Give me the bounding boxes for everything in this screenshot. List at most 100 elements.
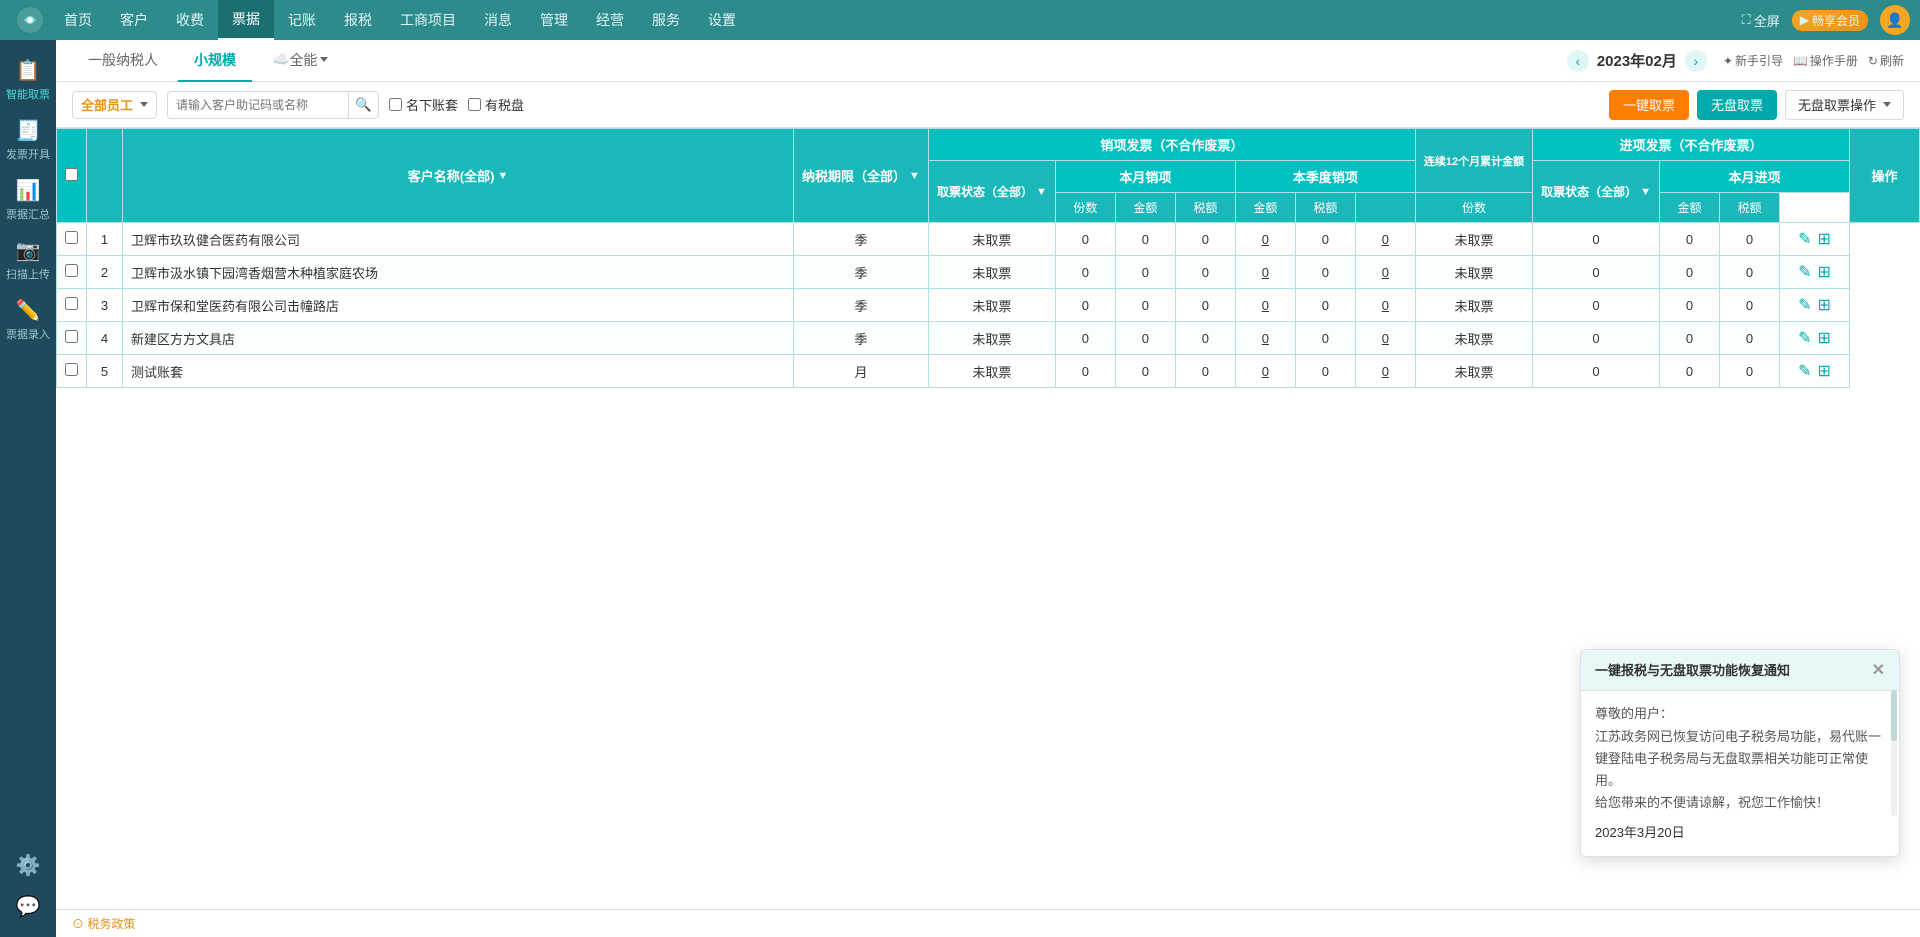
row-view-icon-0[interactable]: ⊞ bbox=[1818, 229, 1831, 249]
th-purchase-month: 本月进项 bbox=[1660, 161, 1850, 193]
th-purchase-status: 取票状态（全部） ▼ bbox=[1533, 161, 1660, 223]
period-prev-btn[interactable]: ‹ bbox=[1567, 50, 1589, 72]
sales-status-filter-icon[interactable]: ▼ bbox=[1036, 186, 1047, 198]
refresh-icon: ↻ bbox=[1868, 54, 1878, 68]
nav-message[interactable]: 消息 bbox=[470, 0, 526, 40]
row-sales-month-amount-2: 0 bbox=[1115, 289, 1175, 322]
filter-tax-disk-check[interactable]: 有税盘 bbox=[468, 95, 524, 114]
th-sales-group: 销项发票（不合作废票） bbox=[928, 129, 1415, 161]
tabs-bar: 一般纳税人 小规模 ☁️ 全能 ‹ 2023年02月 › ✦ 新手引导 📖 操作… bbox=[56, 40, 1920, 82]
table-row: 4 新建区方方文具店 季 未取票 0 0 0 0 0 0 未取票 0 0 0 ✎… bbox=[57, 322, 1920, 355]
search-button[interactable]: 🔍 bbox=[348, 91, 378, 119]
sidebar-item-scan-upload[interactable]: 📷 扫描上传 bbox=[0, 230, 56, 290]
vip-btn[interactable]: ▶ 畅享会员 bbox=[1792, 10, 1868, 31]
nav-invoice[interactable]: 票据 bbox=[218, 0, 274, 40]
tab-all[interactable]: ☁️ 全能 bbox=[256, 40, 344, 82]
row-edit-icon-1[interactable]: ✎ bbox=[1798, 262, 1811, 282]
row-purchase-month-tax-1: 0 bbox=[1720, 256, 1780, 289]
row-edit-icon-0[interactable]: ✎ bbox=[1798, 229, 1811, 249]
row-view-icon-1[interactable]: ⊞ bbox=[1818, 262, 1831, 282]
purchase-status-filter-icon[interactable]: ▼ bbox=[1640, 186, 1651, 198]
scan-upload-icon: 📷 bbox=[16, 238, 41, 263]
tab-general-taxpayer[interactable]: 一般纳税人 bbox=[72, 40, 174, 82]
row-checkbox-2[interactable] bbox=[57, 289, 87, 322]
one-click-ticket-btn[interactable]: 一键取票 bbox=[1609, 90, 1689, 120]
toolbar-right: 一键取票 无盘取票 无盘取票操作 bbox=[1609, 90, 1904, 120]
filter-names-check[interactable]: 名下账套 bbox=[389, 95, 458, 114]
names-checkbox[interactable] bbox=[389, 98, 402, 111]
row-period-2: 季 bbox=[794, 289, 929, 322]
row-sales-12month-3: 0 bbox=[1355, 322, 1415, 355]
row-purchase-month-amount-3: 0 bbox=[1660, 322, 1720, 355]
sidebar-item-invoice-summary[interactable]: 📊 票据汇总 bbox=[0, 170, 56, 230]
row-view-icon-4[interactable]: ⊞ bbox=[1818, 361, 1831, 381]
period-next-btn[interactable]: › bbox=[1685, 50, 1707, 72]
nav-billing[interactable]: 收费 bbox=[162, 0, 218, 40]
tab-all-dropdown-icon[interactable] bbox=[320, 57, 328, 62]
sidebar-item-settings[interactable]: ⚙️ bbox=[16, 845, 41, 886]
nav-business[interactable]: 工商项目 bbox=[386, 0, 470, 40]
row-sales-12month-1: 0 bbox=[1355, 256, 1415, 289]
row-purchase-month-amount-0: 0 bbox=[1660, 223, 1720, 256]
period-filter-icon[interactable]: ▼ bbox=[909, 170, 920, 182]
refresh-btn[interactable]: ↻ 刷新 bbox=[1868, 52, 1904, 69]
row-checkbox-1[interactable] bbox=[57, 256, 87, 289]
nav-tax[interactable]: 报税 bbox=[330, 0, 386, 40]
nav-accounting[interactable]: 记账 bbox=[274, 0, 330, 40]
row-view-icon-3[interactable]: ⊞ bbox=[1818, 328, 1831, 348]
row-purchase-month-count-2: 0 bbox=[1533, 289, 1660, 322]
th-purchase-month-amount: 金额 bbox=[1660, 193, 1720, 223]
fullscreen-btn[interactable]: ⛶ 全屏 bbox=[1742, 11, 1780, 30]
row-sales-quarter-amount-4: 0 bbox=[1235, 355, 1295, 388]
sidebar-item-invoice-entry[interactable]: ✏️ 票据录入 bbox=[0, 290, 56, 350]
nav-operation[interactable]: 经营 bbox=[582, 0, 638, 40]
tab-small-scale[interactable]: 小规模 bbox=[178, 40, 252, 82]
top-actions: ✦ 新手引导 📖 操作手册 ↻ 刷新 bbox=[1723, 52, 1904, 69]
nav-settings[interactable]: 设置 bbox=[694, 0, 750, 40]
guide-icon: ✦ bbox=[1723, 54, 1733, 68]
status-text[interactable]: ⊙ 税务政策 bbox=[72, 915, 135, 932]
row-purchase-month-tax-0: 0 bbox=[1720, 223, 1780, 256]
row-edit-icon-4[interactable]: ✎ bbox=[1798, 361, 1811, 381]
nav-service[interactable]: 服务 bbox=[638, 0, 694, 40]
no-disk-ticket-btn[interactable]: 无盘取票 bbox=[1697, 90, 1777, 120]
nav-customer[interactable]: 客户 bbox=[106, 0, 162, 40]
search-wrap: 🔍 bbox=[167, 91, 379, 119]
sidebar-item-smart-ticket[interactable]: 📋 智能取票 bbox=[0, 50, 56, 110]
row-edit-icon-2[interactable]: ✎ bbox=[1798, 295, 1811, 315]
row-edit-icon-3[interactable]: ✎ bbox=[1798, 328, 1811, 348]
row-sales-month-amount-3: 0 bbox=[1115, 322, 1175, 355]
row-view-icon-2[interactable]: ⊞ bbox=[1818, 295, 1831, 315]
nav-home[interactable]: 首页 bbox=[50, 0, 106, 40]
new-guide-btn[interactable]: ✦ 新手引导 bbox=[1723, 52, 1783, 69]
operation-manual-btn[interactable]: 📖 操作手册 bbox=[1793, 52, 1858, 69]
notification-scrollbar bbox=[1891, 690, 1897, 816]
nav-manage[interactable]: 管理 bbox=[526, 0, 582, 40]
sidebar-item-invoice-issue[interactable]: 🧾 发票开具 bbox=[0, 110, 56, 170]
select-all-checkbox[interactable] bbox=[65, 168, 78, 181]
fullscreen-icon: ⛶ bbox=[1742, 12, 1751, 28]
notification-title: 一键报税与无盘取票功能恢复通知 bbox=[1595, 660, 1790, 680]
tax-disk-checkbox[interactable] bbox=[468, 98, 481, 111]
th-checkbox bbox=[57, 129, 87, 223]
row-checkbox-0[interactable] bbox=[57, 223, 87, 256]
sidebar-item-messages[interactable]: 💬 bbox=[16, 886, 41, 927]
search-input[interactable] bbox=[168, 92, 348, 118]
invoice-summary-icon: 📊 bbox=[16, 178, 41, 203]
row-num-3: 4 bbox=[87, 322, 123, 355]
no-disk-ops-btn[interactable]: 无盘取票操作 bbox=[1785, 90, 1904, 120]
row-sales-quarter-amount-2: 0 bbox=[1235, 289, 1295, 322]
row-sales-12month-2: 0 bbox=[1355, 289, 1415, 322]
th-purchase-month-tax: 税额 bbox=[1720, 193, 1780, 223]
th-sales-month-tax: 税额 bbox=[1175, 193, 1235, 223]
table-row: 2 卫辉市汲水镇下园湾香烟营木种植家庭农场 季 未取票 0 0 0 0 0 0 … bbox=[57, 256, 1920, 289]
employee-filter[interactable]: 全部员工 bbox=[72, 91, 157, 119]
status-bar: ⊙ 税务政策 bbox=[56, 909, 1920, 937]
row-checkbox-3[interactable] bbox=[57, 322, 87, 355]
user-avatar[interactable]: 👤 bbox=[1880, 5, 1910, 35]
th-purchase-month-count: 份数 bbox=[1415, 193, 1532, 223]
notification-close-btn[interactable]: ✕ bbox=[1872, 660, 1885, 680]
no-disk-ops-dropdown-icon bbox=[1883, 102, 1891, 107]
row-checkbox-4[interactable] bbox=[57, 355, 87, 388]
name-filter-icon[interactable]: ▼ bbox=[497, 170, 508, 182]
